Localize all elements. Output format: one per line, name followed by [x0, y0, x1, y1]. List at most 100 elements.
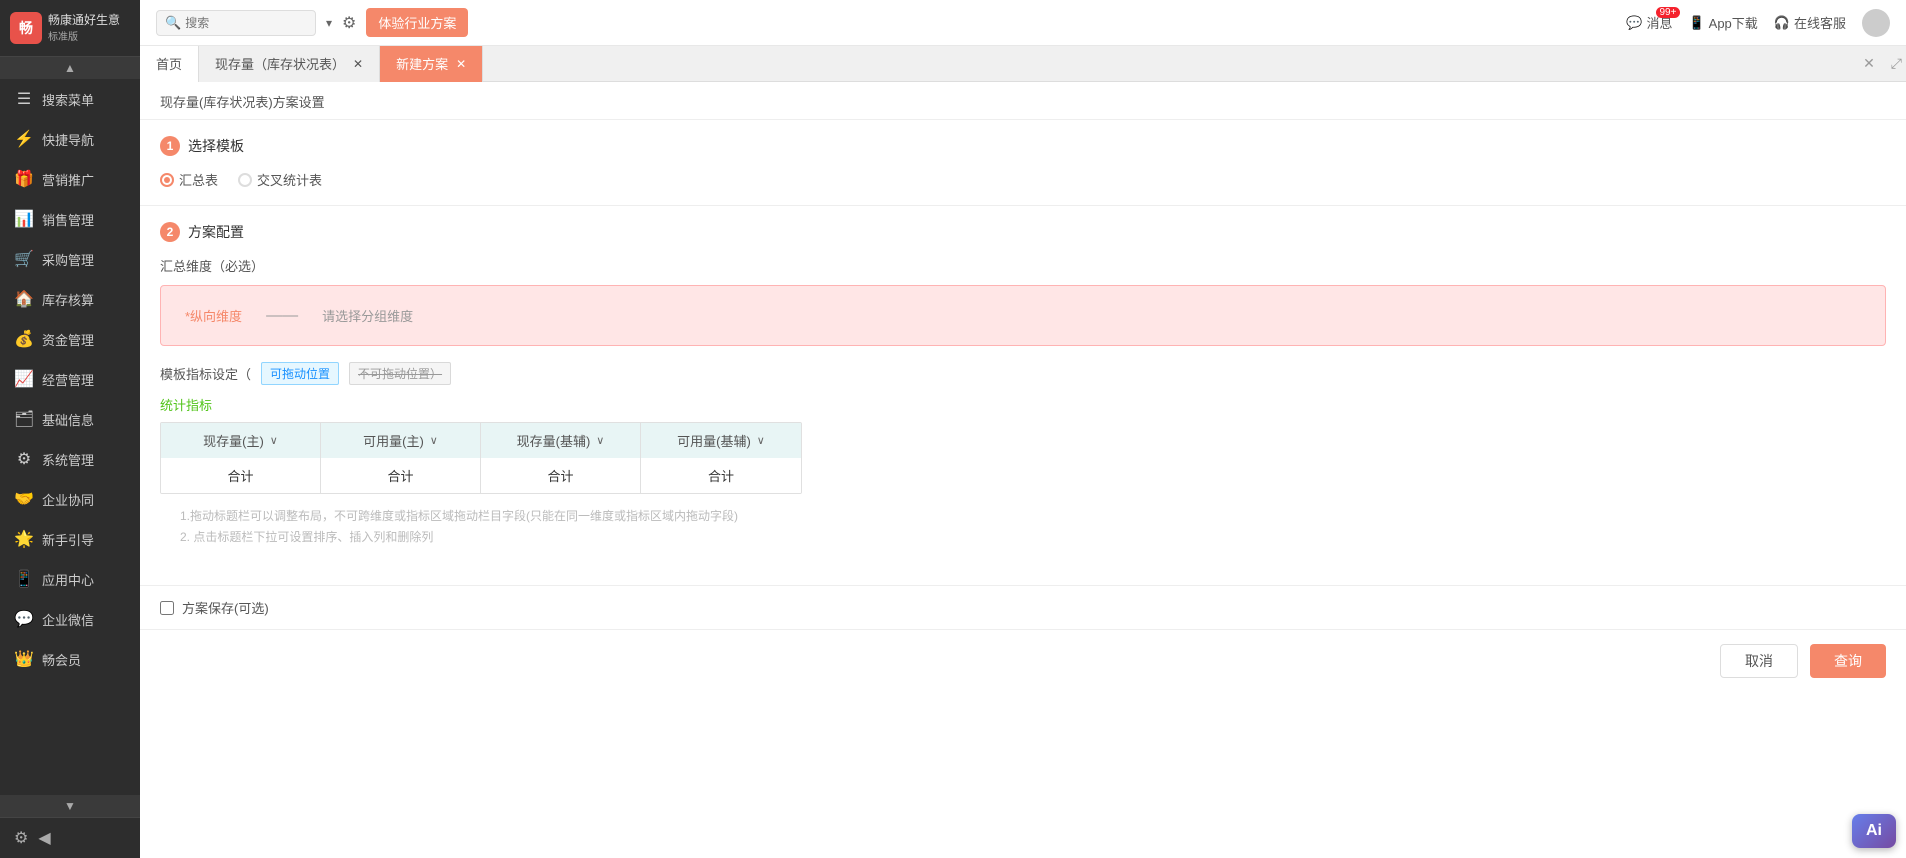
col2-chevron-icon[interactable]: ∨ — [430, 434, 438, 447]
close-window-icon[interactable]: ✕ — [1859, 55, 1879, 72]
sidebar-item-finance[interactable]: 💰 资金管理 — [0, 319, 140, 359]
cancel-button[interactable]: 取消 — [1720, 644, 1798, 678]
sidebar-item-quicknav[interactable]: ⚡ 快捷导航 — [0, 119, 140, 159]
app-badge: 标准版 — [48, 28, 120, 43]
topbar-search[interactable]: 🔍 — [156, 10, 316, 36]
tab-inventory[interactable]: 现存量（库存状况表） ✕ — [199, 46, 380, 82]
dimension-field-label: 汇总维度（必选） — [160, 256, 1886, 275]
indicator-settings-label: 模板指标设定（ 可拖动位置 不可拖动位置） — [160, 362, 1886, 385]
step2-title: 方案配置 — [188, 222, 244, 242]
collapse-icon[interactable]: ◀ — [38, 828, 50, 848]
inventory-icon: 🏠 — [14, 289, 34, 309]
template-cross-label: 交叉统计表 — [257, 170, 322, 189]
save-checkbox[interactable] — [160, 601, 174, 615]
sidebar-item-label: 应用中心 — [42, 570, 94, 589]
sidebar-item-marketing[interactable]: 🎁 营销推广 — [0, 159, 140, 199]
col4-chevron-icon[interactable]: ∨ — [757, 434, 765, 447]
tab-new-plan[interactable]: 新建方案 ✕ — [380, 46, 483, 82]
expand-window-icon[interactable]: ⤢ — [1887, 55, 1906, 72]
sidebar-item-inventory[interactable]: 🏠 库存核算 — [0, 279, 140, 319]
sidebar-item-basic-info[interactable]: 🗂 基础信息 — [0, 399, 140, 439]
message-icon: 💬 — [1626, 15, 1642, 31]
draggable-badge: 可拖动位置 — [261, 362, 339, 385]
dropdown-icon[interactable]: ▾ — [326, 16, 332, 30]
sidebar-item-label: 企业微信 — [42, 610, 94, 629]
query-button[interactable]: 查询 — [1810, 644, 1886, 678]
stats-header-col1[interactable]: 现存量(主) ∨ — [161, 423, 321, 458]
sales-icon: 📊 — [14, 209, 34, 229]
search-input[interactable] — [185, 16, 285, 30]
marketing-icon: 🎁 — [14, 169, 34, 189]
search-icon: 🔍 — [165, 15, 181, 31]
step1-header: 1 选择模板 — [160, 136, 1886, 156]
sidebar-item-system[interactable]: ⚙ 系统管理 — [0, 439, 140, 479]
sidebar-item-newbie[interactable]: 🌟 新手引导 — [0, 519, 140, 559]
stats-header-col4[interactable]: 可用量(基辅) ∨ — [641, 423, 801, 458]
message-btn[interactable]: 💬 消息 99+ — [1626, 13, 1672, 32]
settings-icon[interactable]: ⚙ — [14, 828, 28, 848]
headset-icon: 🎧 — [1774, 15, 1790, 31]
col3-chevron-icon[interactable]: ∨ — [596, 434, 604, 447]
sidebar-item-sales[interactable]: 📊 销售管理 — [0, 199, 140, 239]
dimension-box[interactable]: *纵向维度 —— 请选择分组维度 — [160, 285, 1886, 346]
stats-header-col2[interactable]: 可用量(主) ∨ — [321, 423, 481, 458]
sidebar-item-purchase[interactable]: 🛒 采购管理 — [0, 239, 140, 279]
enterprise-icon: 🤝 — [14, 489, 34, 509]
sidebar-item-label: 采购管理 — [42, 250, 94, 269]
step1-title: 选择模板 — [188, 136, 244, 156]
app-name: 畅康通好生意 — [48, 13, 120, 29]
dimension-required-text: *纵向维度 — [185, 306, 242, 325]
online-service-btn[interactable]: 🎧 在线客服 — [1774, 13, 1846, 32]
step1-section: 1 选择模板 汇总表 交叉统计表 — [140, 120, 1906, 206]
industry-btn[interactable]: 体验行业方案 — [366, 8, 468, 37]
finance-icon: 💰 — [14, 329, 34, 349]
sidebar-scroll-up[interactable]: ▲ — [0, 57, 140, 79]
sidebar-item-search[interactable]: ☰ 搜索菜单 — [0, 79, 140, 119]
not-draggable-badge: 不可拖动位置） — [349, 362, 451, 385]
quicknav-icon: ⚡ — [14, 129, 34, 149]
sidebar-scroll-down[interactable]: ▼ — [0, 795, 140, 817]
wechat-icon: 💬 — [14, 609, 34, 629]
newbie-icon: 🌟 — [14, 529, 34, 549]
user-avatar[interactable] — [1862, 9, 1890, 37]
stats-cell3: 合计 — [481, 458, 641, 493]
sidebar-item-wechat[interactable]: 💬 企业微信 — [0, 599, 140, 639]
sidebar-item-label: 畅会员 — [42, 650, 81, 669]
topbar-gear-icon[interactable]: ⚙ — [342, 13, 356, 33]
stats-cell2: 合计 — [321, 458, 481, 493]
col1-chevron-icon[interactable]: ∨ — [270, 434, 278, 447]
sidebar-item-label: 系统管理 — [42, 450, 94, 469]
template-option-cross[interactable]: 交叉统计表 — [238, 170, 322, 189]
template-option-summary[interactable]: 汇总表 — [160, 170, 218, 189]
sidebar-item-enterprise[interactable]: 🤝 企业协同 — [0, 479, 140, 519]
purchase-icon: 🛒 — [14, 249, 34, 269]
topbar-right: 💬 消息 99+ 📱 App下载 🎧 在线客服 — [1626, 9, 1890, 37]
tab-inventory-close-icon[interactable]: ✕ — [353, 57, 363, 71]
bottom-save-bar: 方案保存(可选) — [140, 585, 1906, 629]
sidebar-item-member[interactable]: 👑 畅会员 — [0, 639, 140, 679]
tab-new-plan-close-icon[interactable]: ✕ — [456, 57, 466, 71]
ai-button[interactable]: Ai — [1852, 814, 1896, 848]
stats-table: 现存量(主) ∨ 可用量(主) ∨ 现存量(基辅) ∨ — [160, 422, 802, 494]
tips-section: 1.拖动标题栏可以调整布局，不可跨维度或指标区域拖动栏目字段(只能在同一维度或指… — [160, 497, 1886, 569]
appstore-icon: 📱 — [14, 569, 34, 589]
indicator-settings-text: 模板指标设定（ — [160, 364, 251, 383]
page-title: 现存量(库存状况表)方案设置 — [140, 82, 1906, 120]
sidebar-item-label: 新手引导 — [42, 530, 94, 549]
sidebar-item-operations[interactable]: 📈 经营管理 — [0, 359, 140, 399]
stats-header-col3[interactable]: 现存量(基辅) ∨ — [481, 423, 641, 458]
avatar-image — [1862, 9, 1890, 37]
sidebar-item-appstore[interactable]: 📱 应用中心 — [0, 559, 140, 599]
col2-label: 可用量(主) — [363, 431, 424, 450]
content-area: 现存量(库存状况表)方案设置 1 选择模板 汇总表 交叉统计表 — [140, 82, 1906, 858]
logo-area: 畅 畅康通好生意 标准版 — [0, 0, 140, 57]
col4-label: 可用量(基辅) — [677, 431, 751, 450]
tab-home[interactable]: 首页 — [140, 46, 199, 82]
logo-icon: 畅 — [10, 12, 42, 44]
message-badge: 99+ — [1656, 7, 1681, 18]
sidebar-item-label: 资金管理 — [42, 330, 94, 349]
app-download-btn[interactable]: 📱 App下载 — [1688, 13, 1757, 32]
sidebar-footer: ⚙ ◀ — [0, 817, 140, 858]
sidebar-items: ☰ 搜索菜单 ⚡ 快捷导航 🎁 营销推广 📊 销售管理 🛒 采购管理 🏠 库存核… — [0, 79, 140, 795]
logo-text-block: 畅康通好生意 标准版 — [48, 13, 120, 44]
